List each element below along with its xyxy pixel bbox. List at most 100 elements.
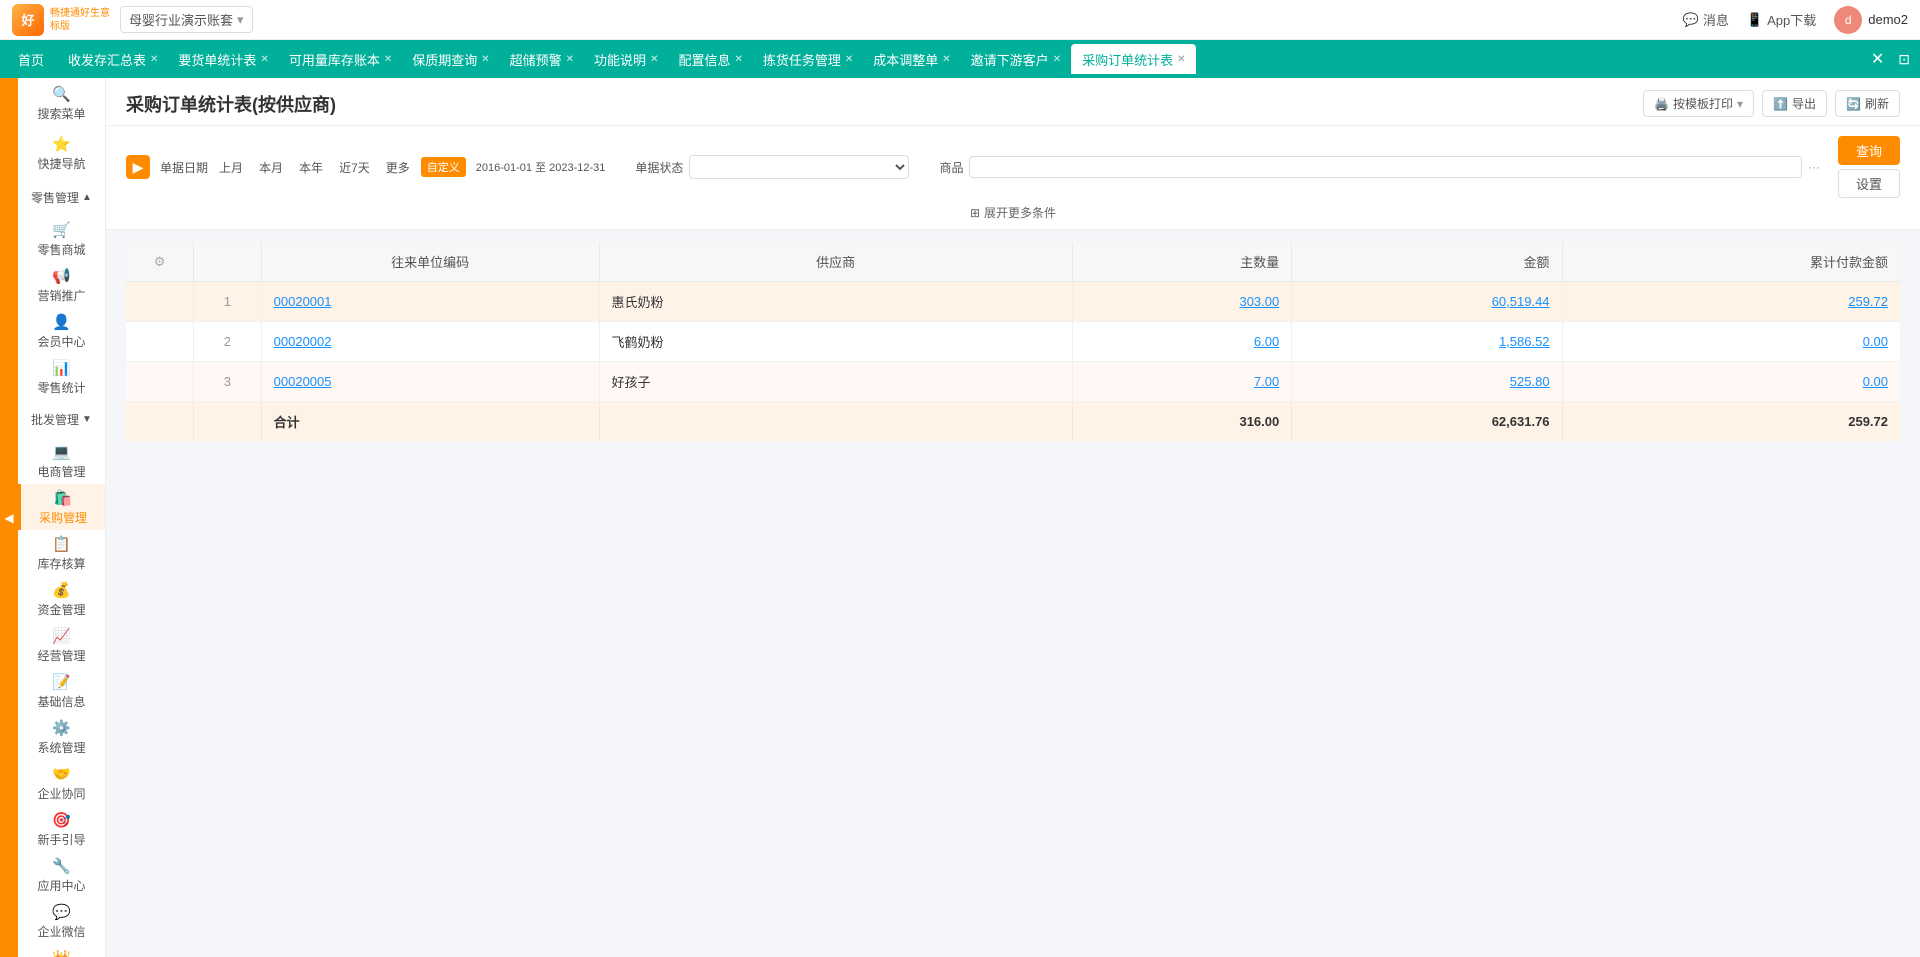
sidebar-item-new-guide[interactable]: 🎯 新手引导 <box>18 806 105 852</box>
date-custom-badge[interactable]: 自定义 <box>421 157 466 177</box>
goods-input[interactable] <box>969 156 1802 178</box>
sidebar-item-purchase[interactable]: 🛍️ 采购管理 <box>18 484 105 530</box>
cell-paid[interactable]: 259.72 <box>1562 282 1900 322</box>
retail-expand-icon: ▲ <box>82 192 92 203</box>
tab-goods-stat[interactable]: 要货单统计表 ✕ <box>168 44 278 74</box>
tab-close-icon[interactable]: ✕ <box>1177 54 1185 65</box>
cell-qty[interactable]: 303.00 <box>1072 282 1292 322</box>
cell-paid[interactable]: 0.00 <box>1562 322 1900 362</box>
tab-stock-ledger[interactable]: 可用量库存账本 ✕ <box>279 44 402 74</box>
tab-home[interactable]: 首页 <box>4 44 58 74</box>
app-download-btn[interactable]: 📱 App下载 <box>1747 10 1816 29</box>
export-btn[interactable]: ⬆️ 导出 <box>1762 90 1827 117</box>
date-more-btn[interactable]: 更多 <box>381 157 415 178</box>
sidebar-item-retail-stat[interactable]: 📊 零售统计 <box>18 354 105 400</box>
date-this-month-btn[interactable]: 本月 <box>254 157 288 178</box>
tab-cost-adjust[interactable]: 成本调整单 ✕ <box>863 44 960 74</box>
tab-expiry-query[interactable]: 保质期查询 ✕ <box>402 44 499 74</box>
sidebar: 🔍 搜索菜单 ⭐ 快捷导航 零售管理 ▲ 🛒 零售商城 📢 营销推广 👤 会员中… <box>18 78 106 957</box>
cell-amount[interactable]: 60,519.44 <box>1292 282 1562 322</box>
sidebar-item-finance[interactable]: 💰 资金管理 <box>18 576 105 622</box>
logo-icon: 好 <box>12 4 44 36</box>
cell-qty[interactable]: 6.00 <box>1072 322 1292 362</box>
filter-toggle-btn[interactable]: ▶ <box>126 155 150 179</box>
sidebar-item-retail[interactable]: 零售管理 ▲ <box>18 178 105 216</box>
shortcut-icon: ⭐ <box>52 135 71 153</box>
template-print-btn[interactable]: 🖨️ 按模板打印 ▾ <box>1643 90 1754 117</box>
cell-supplier-name: 飞鹤奶粉 <box>599 322 1072 362</box>
expand-conditions-btn[interactable]: ⊞ 展开更多条件 <box>970 204 1056 221</box>
status-select[interactable] <box>689 155 909 179</box>
date-range-display: 2016-01-01 至 2023-12-31 <box>476 159 606 175</box>
sidebar-item-wholesale[interactable]: 批发管理 ▼ <box>18 400 105 438</box>
sidebar-item-app-center[interactable]: 🔧 应用中心 <box>18 852 105 898</box>
col-qty-header: 主数量 <box>1072 242 1292 282</box>
sidebar-item-basic[interactable]: 📝 基础信息 <box>18 668 105 714</box>
wholesale-expand-icon: ▼ <box>82 414 92 425</box>
refresh-btn[interactable]: 🔄 刷新 <box>1835 90 1900 117</box>
workspace-dropdown-icon: ▾ <box>237 12 244 28</box>
cell-qty[interactable]: 7.00 <box>1072 362 1292 402</box>
filter-status-group: 单据状态 <box>635 155 909 179</box>
tab-pick-task[interactable]: 拣货任务管理 ✕ <box>753 44 863 74</box>
sidebar-item-enterprise[interactable]: 🤝 企业协同 <box>18 760 105 806</box>
tab-invite-downstream[interactable]: 邀请下游客户 ✕ <box>961 44 1071 74</box>
col-supplier-code-header: 往来单位编码 <box>261 242 599 282</box>
export-icon: ⬆️ <box>1773 97 1788 111</box>
cell-settings <box>126 322 194 362</box>
message-icon: 💬 <box>1683 12 1699 28</box>
tab-config-info[interactable]: 配置信息 ✕ <box>668 44 752 74</box>
cell-supplier-name: 好孩子 <box>599 362 1072 402</box>
refresh-icon: 🔄 <box>1846 97 1861 111</box>
marketing-icon: 📢 <box>52 267 71 285</box>
user-name: demo2 <box>1868 12 1908 27</box>
retail-shop-icon: 🛒 <box>52 221 71 239</box>
cell-supplier-code[interactable]: 00020001 <box>261 282 599 322</box>
sidebar-item-search[interactable]: 🔍 搜索菜单 <box>18 78 105 128</box>
message-btn[interactable]: 💬 消息 <box>1683 10 1729 29</box>
goods-more-btn[interactable]: ··· <box>1808 160 1820 174</box>
cell-amount[interactable]: 1,586.52 <box>1292 322 1562 362</box>
date-last-month-btn[interactable]: 上月 <box>214 157 248 178</box>
table-settings-icon[interactable]: ⚙ <box>154 254 166 269</box>
cell-amount[interactable]: 525.80 <box>1292 362 1562 402</box>
operations-icon: 📈 <box>52 627 71 645</box>
nav-expand-btn[interactable]: ⊡ <box>1892 49 1916 70</box>
finance-icon: 💰 <box>52 581 71 599</box>
app-download-label: App下载 <box>1767 10 1816 29</box>
col-settings-header: ⚙ <box>126 242 194 282</box>
filter-date-group: 单据日期 上月 本月 本年 近7天 更多 自定义 <box>160 157 466 178</box>
user-avatar[interactable]: d demo2 <box>1834 6 1908 34</box>
enterprise-icon: 🤝 <box>52 765 71 783</box>
tab-purchase-stat[interactable]: 采购订单统计表 ✕ <box>1071 44 1196 74</box>
tab-collect-pay[interactable]: 收发存汇总表 ✕ <box>58 44 168 74</box>
sidebar-item-retail-shop[interactable]: 🛒 零售商城 <box>18 216 105 262</box>
filter-settings-btn[interactable]: 设置 <box>1838 169 1900 198</box>
avatar: d <box>1834 6 1862 34</box>
member-icon: 👤 <box>52 313 71 331</box>
sidebar-item-system[interactable]: ⚙️ 系统管理 <box>18 714 105 760</box>
footer-qty-cell: 316.00 <box>1072 402 1292 442</box>
workspace-selector[interactable]: 母婴行业演示账套 ▾ <box>120 6 253 33</box>
nav-close-btn[interactable]: ✕ <box>1865 47 1890 71</box>
cell-paid[interactable]: 0.00 <box>1562 362 1900 402</box>
sidebar-item-vip[interactable]: 👑 畅会员 <box>18 944 105 957</box>
sidebar-item-shortcut[interactable]: ⭐ 快捷导航 <box>18 128 105 178</box>
footer-label-cell: 合计 <box>261 402 599 442</box>
tab-func-desc[interactable]: 功能说明 ✕ <box>584 44 668 74</box>
sidebar-item-inventory[interactable]: 📋 库存核算 <box>18 530 105 576</box>
date-7days-btn[interactable]: 近7天 <box>334 157 375 178</box>
ecommerce-icon: 💻 <box>52 443 71 461</box>
sidebar-item-operations[interactable]: 📈 经营管理 <box>18 622 105 668</box>
sidebar-toggle[interactable]: ◀ <box>0 78 18 957</box>
cell-supplier-code[interactable]: 00020002 <box>261 322 599 362</box>
tab-overstock[interactable]: 超储预警 ✕ <box>500 44 584 74</box>
sidebar-item-enterprise-wechat[interactable]: 💬 企业微信 <box>18 898 105 944</box>
sidebar-item-marketing[interactable]: 📢 营销推广 <box>18 262 105 308</box>
date-this-year-btn[interactable]: 本年 <box>294 157 328 178</box>
sidebar-item-member[interactable]: 👤 会员中心 <box>18 308 105 354</box>
sidebar-item-ecommerce[interactable]: 💻 电商管理 <box>18 438 105 484</box>
cell-supplier-code[interactable]: 00020005 <box>261 362 599 402</box>
query-btn[interactable]: 查询 <box>1838 136 1900 165</box>
footer-num-cell <box>194 402 262 442</box>
